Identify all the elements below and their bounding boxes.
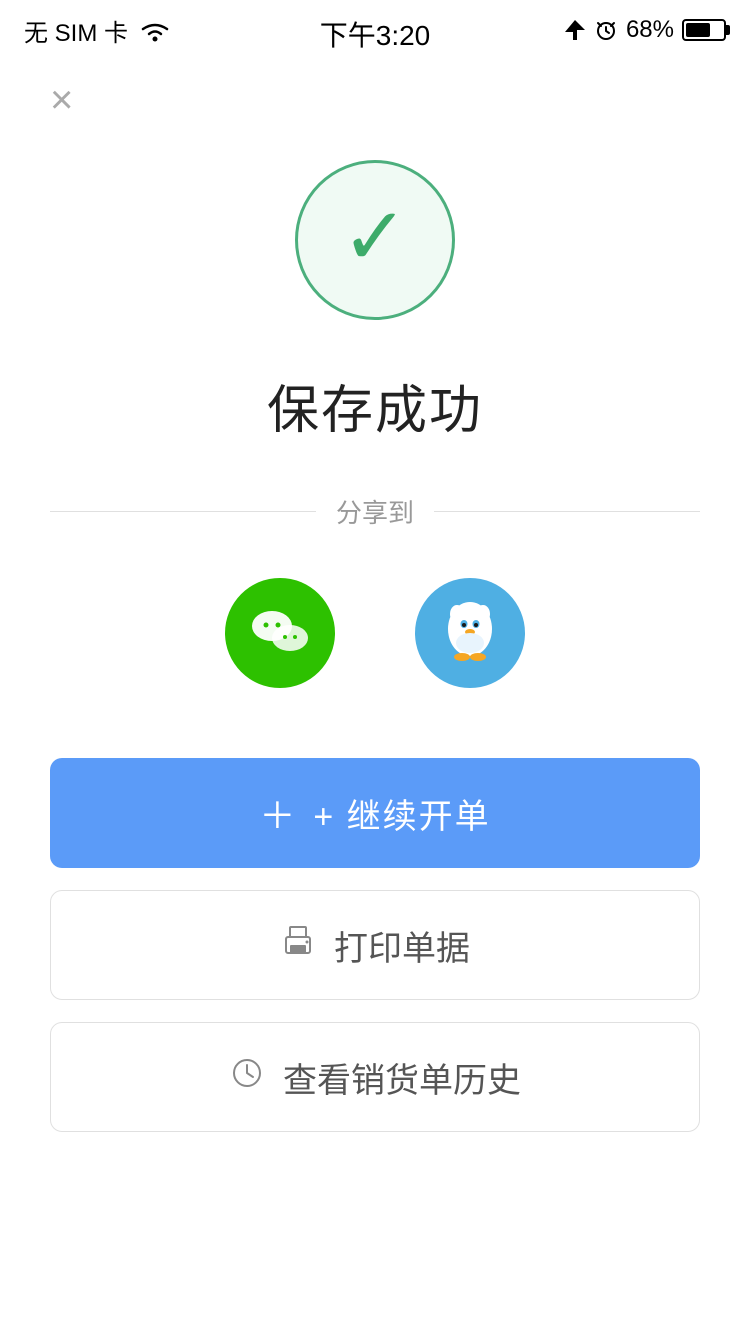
print-button[interactable]: 打印单据 <box>50 890 700 1000</box>
wifi-icon <box>138 17 172 43</box>
history-label: 查看销货单历史 <box>283 1053 521 1102</box>
checkmark-icon: ✓ <box>341 197 408 277</box>
qq-icon <box>437 597 503 669</box>
battery-percent: 68% <box>626 16 674 44</box>
status-time: 下午3:20 <box>320 14 431 54</box>
continue-button[interactable]: ＋ + 继续开单 <box>50 758 700 868</box>
share-divider: 分享到 <box>50 493 700 530</box>
clock-icon <box>229 1055 265 1100</box>
location-icon <box>564 19 586 41</box>
status-bar: 无 SIM 卡 下午3:20 68% <box>0 0 750 60</box>
success-title: 保存成功 <box>267 368 483 443</box>
main-content: × ✓ 保存成功 分享到 <box>0 60 750 1154</box>
battery-icon <box>682 19 726 41</box>
divider-right <box>434 511 700 512</box>
print-label: 打印单据 <box>334 921 470 970</box>
status-right: 68% <box>564 16 726 44</box>
close-button[interactable]: × <box>50 80 73 120</box>
divider-left <box>50 511 316 512</box>
wechat-icon <box>246 604 314 662</box>
status-left: 无 SIM 卡 <box>24 13 172 48</box>
no-sim-label: 无 SIM 卡 <box>24 13 128 48</box>
close-icon: × <box>50 78 73 122</box>
continue-label: + 继续开单 <box>313 789 490 838</box>
wechat-share-button[interactable] <box>225 578 335 688</box>
history-button[interactable]: 查看销货单历史 <box>50 1022 700 1132</box>
share-label: 分享到 <box>336 493 414 530</box>
qq-share-button[interactable] <box>415 578 525 688</box>
printer-icon <box>280 923 316 968</box>
success-indicator: ✓ <box>295 160 455 320</box>
share-icons-row <box>225 578 525 688</box>
plus-icon: ＋ <box>259 787 295 839</box>
alarm-icon <box>594 18 618 42</box>
